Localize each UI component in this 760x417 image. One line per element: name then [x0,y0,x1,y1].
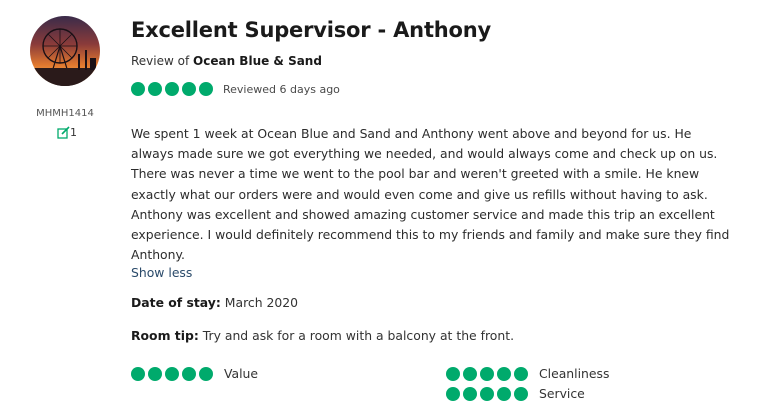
rating-bubble-icon [446,366,460,381]
sub-rating-label: Service [539,386,585,401]
rating-bubble-icon [463,366,477,381]
room-tip: Room tip: Try and ask for a room with a … [131,328,514,343]
rating-bubble-icon [514,366,528,381]
date-of-stay-value: March 2020 [224,295,299,310]
review-rating-row: Reviewed 6 days ago [131,82,340,96]
date-of-stay: Date of stay: March 2020 [131,295,298,310]
rating-bubble-icon [165,366,179,381]
rating-bubble-icon [463,386,477,401]
sub-rating-bubbles [446,386,528,401]
contribution-count-value: 1 [70,126,77,139]
rating-bubble-icon [199,82,213,96]
property-name-link[interactable]: Ocean Blue & Sand [193,54,322,68]
rating-bubble-icon [131,82,145,96]
pencil-square-icon [57,126,70,139]
rating-bubble-icon [165,82,179,96]
reviewer-avatar[interactable] [30,16,100,86]
rating-bubble-icon [446,386,460,401]
rating-bubble-icon [148,82,162,96]
rating-bubble-icon [131,366,145,381]
rating-bubble-icon [497,366,511,381]
rating-bubble-icon [148,366,162,381]
rating-bubble-icon [182,366,196,381]
date-of-stay-label: Date of stay: [131,295,221,310]
sub-rating-value: Value [131,366,258,381]
review-title[interactable]: Excellent Supervisor - Anthony [131,18,491,42]
sub-rating-bubbles [446,366,528,381]
reviewed-date: Reviewed 6 days ago [223,82,340,96]
sub-rating-cleanliness: Cleanliness [446,366,609,381]
review-of-line: Review of Ocean Blue & Sand [131,54,322,68]
show-less-link[interactable]: Show less [131,265,192,280]
reviewer-username[interactable]: MHMH1414 [30,108,100,119]
room-tip-label: Room tip: [131,328,199,343]
sub-rating-service: Service [446,386,585,401]
review-of-prefix: Review of [131,54,190,68]
rating-bubble-icon [182,82,196,96]
room-tip-value: Try and ask for a room with a balcony at… [202,328,515,343]
review-rating-bubbles [131,82,213,96]
rating-bubble-icon [199,366,213,381]
rating-bubble-icon [497,386,511,401]
review-body: We spent 1 week at Ocean Blue and Sand a… [131,126,730,263]
rating-bubble-icon [480,366,494,381]
sub-rating-label: Cleanliness [539,366,610,381]
rating-bubble-icon [514,386,528,401]
contribution-count: 1 [57,126,77,139]
rating-bubble-icon [480,386,494,401]
sub-rating-bubbles [131,366,213,381]
sub-rating-label: Value [224,366,259,381]
